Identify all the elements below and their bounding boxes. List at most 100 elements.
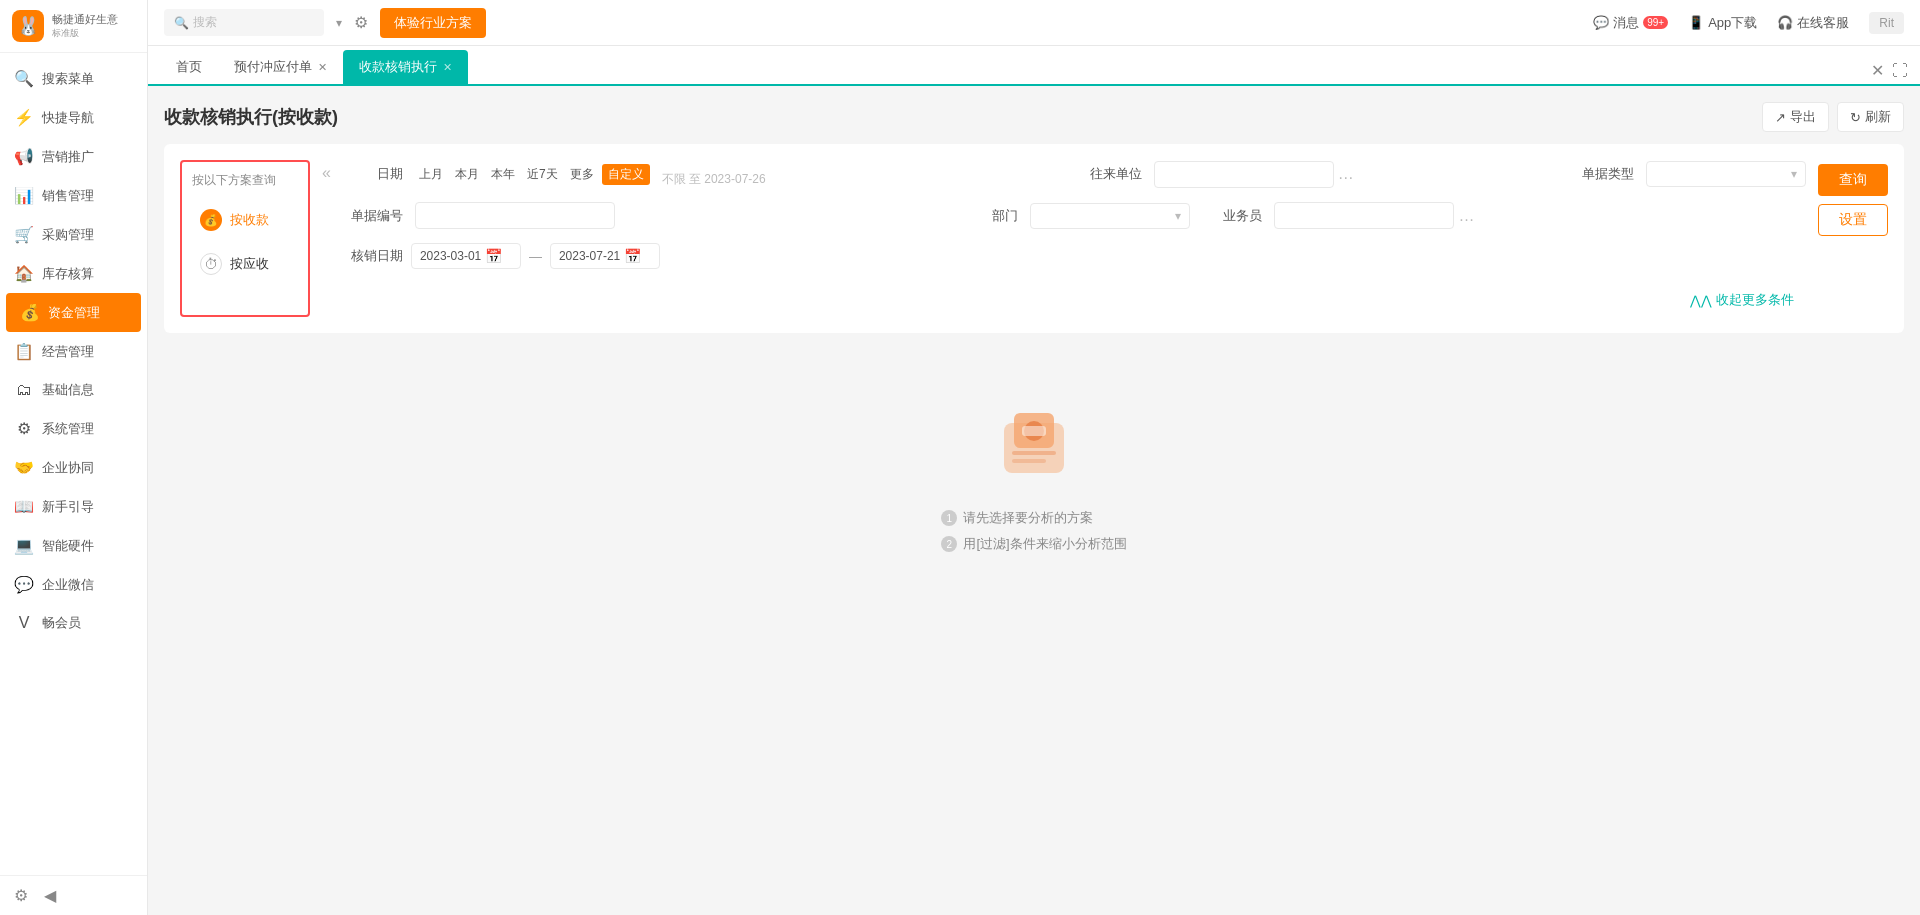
sidebar-menu: 🔍 搜索菜单 ⚡ 快捷导航 📢 营销推广 📊 销售管理 🛒 采购管理 🏠 库存核…	[0, 53, 147, 875]
tab-writeoff[interactable]: 收款核销执行 ✕	[343, 50, 468, 84]
query-option-by-receipt[interactable]: 💰 按收款	[192, 203, 298, 237]
tab-prepay-close-icon[interactable]: ✕	[318, 61, 327, 74]
sidebar-item-inventory[interactable]: 🏠 库存核算	[0, 254, 147, 293]
verify-date-end-wrap[interactable]: 2023-07-21 📅	[550, 243, 660, 269]
date-shortcuts: 上月 本月 本年 近7天 更多 自定义	[415, 164, 650, 185]
sidebar-item-label: 系统管理	[42, 420, 94, 438]
tab-prepay[interactable]: 预付冲应付单 ✕	[218, 50, 343, 84]
sidebar-item-label: 智能硬件	[42, 537, 94, 555]
sidebar: 🐰 畅捷通好生意 标准版 🔍 搜索菜单 ⚡ 快捷导航 📢 营销推广 📊 销售管理…	[0, 0, 148, 915]
query-button[interactable]: 查询	[1818, 164, 1888, 196]
export-label: 导出	[1790, 108, 1816, 126]
wechat-icon: 💬	[14, 575, 34, 594]
counterparty-dots-icon[interactable]: …	[1338, 165, 1354, 183]
online-service-label: 在线客服	[1797, 14, 1849, 32]
department-select[interactable]: ▾	[1030, 203, 1190, 229]
gear-icon[interactable]: ⚙	[354, 13, 368, 32]
export-icon: ↗	[1775, 110, 1786, 125]
doc-no-input[interactable]	[415, 202, 615, 229]
tab-writeoff-label: 收款核销执行	[359, 58, 437, 76]
logo-icon: 🐰	[12, 10, 44, 42]
verify-date-start-wrap[interactable]: 2023-03-01 📅	[411, 243, 521, 269]
settings-button[interactable]: 设置	[1818, 204, 1888, 236]
sidebar-item-sales[interactable]: 📊 销售管理	[0, 176, 147, 215]
sidebar-item-label: 畅会员	[42, 614, 81, 632]
sidebar-item-collab[interactable]: 🤝 企业协同	[0, 448, 147, 487]
counterparty-input[interactable]	[1154, 161, 1334, 188]
app-download-button[interactable]: 📱 App下载	[1688, 14, 1757, 32]
user-avatar[interactable]: Rit	[1869, 12, 1904, 34]
doc-no-field-wrap	[415, 202, 947, 229]
empty-tips: 1 请先选择要分析的方案 2 用[过滤]条件来缩小分析范围	[941, 509, 1126, 553]
sidebar-item-label: 采购管理	[42, 226, 94, 244]
sidebar-item-hardware[interactable]: 💻 智能硬件	[0, 526, 147, 565]
sidebar-item-guide[interactable]: 📖 新手引导	[0, 487, 147, 526]
sidebar-item-system[interactable]: ⚙ 系统管理	[0, 409, 147, 448]
search-menu-icon: 🔍	[14, 69, 34, 88]
department-label: 部门	[958, 207, 1018, 225]
sidebar-item-finance[interactable]: 💰 资金管理	[6, 293, 141, 332]
date-range-separator: —	[529, 249, 542, 264]
service-icon: 🎧	[1777, 15, 1793, 30]
online-service-button[interactable]: 🎧 在线客服	[1777, 14, 1849, 32]
topbar: 🔍 搜索 ▾ ⚙ 体验行业方案 💬 消息 99+ 📱 App下载 🎧 在线客服 …	[148, 0, 1920, 46]
collapse-sidebar-icon[interactable]: ◀	[44, 886, 56, 905]
date-no-limit: 不限 至 2023-07-26	[662, 171, 1070, 188]
tab-writeoff-close-icon[interactable]: ✕	[443, 61, 452, 74]
sidebar-item-search[interactable]: 🔍 搜索菜单	[0, 59, 147, 98]
sidebar-item-quicknav[interactable]: ⚡ 快捷导航	[0, 98, 147, 137]
tip-num-1: 1	[941, 510, 957, 526]
sidebar-item-purchase[interactable]: 🛒 采购管理	[0, 215, 147, 254]
calendar-end-icon[interactable]: 📅	[624, 248, 641, 264]
topbar-search[interactable]: 🔍 搜索	[164, 9, 324, 36]
tabbar-actions: ✕ ⛶	[1871, 61, 1908, 84]
doc-type-select[interactable]: ▾	[1646, 161, 1806, 187]
maximize-tab-icon[interactable]: ⛶	[1892, 62, 1908, 80]
message-label: 消息	[1613, 14, 1639, 32]
sidebar-item-label: 搜索菜单	[42, 70, 94, 88]
tip-num-2: 2	[941, 536, 957, 552]
export-button[interactable]: ↗ 导出	[1762, 102, 1829, 132]
sidebar-item-marketing[interactable]: 📢 营销推广	[0, 137, 147, 176]
shortcut-this-month[interactable]: 本月	[451, 164, 483, 185]
close-tab-icon[interactable]: ✕	[1871, 61, 1884, 80]
message-badge: 99+	[1643, 16, 1668, 29]
settings-icon[interactable]: ⚙	[14, 886, 28, 905]
message-button[interactable]: 💬 消息 99+	[1593, 14, 1668, 32]
svg-rect-4	[1012, 451, 1056, 455]
salesperson-dots-icon[interactable]: …	[1458, 207, 1474, 225]
sidebar-item-member[interactable]: V 畅会员	[0, 604, 147, 642]
tab-home[interactable]: 首页	[160, 50, 218, 84]
svg-rect-3	[1022, 426, 1046, 436]
shortcut-more[interactable]: 更多	[566, 164, 598, 185]
user-name: Rit	[1879, 16, 1894, 30]
dropdown-arrow-icon[interactable]: ▾	[336, 16, 342, 30]
page-actions: ↗ 导出 ↻ 刷新	[1762, 102, 1904, 132]
query-sidebar: 按以下方案查询 💰 按收款 ⏱ 按应收	[180, 160, 310, 317]
shortcut-last-month[interactable]: 上月	[415, 164, 447, 185]
query-option-by-receivable[interactable]: ⏱ 按应收	[192, 247, 298, 281]
sidebar-footer: ⚙ ◀	[0, 875, 147, 915]
collapse-more-button[interactable]: ⋀⋀ 收起更多条件	[1690, 291, 1794, 309]
hardware-icon: 💻	[14, 536, 34, 555]
form-row-verify: 核销日期 2023-03-01 📅 — 2023-07-21 📅	[343, 243, 1806, 269]
calendar-start-icon[interactable]: 📅	[485, 248, 502, 264]
empty-tip-1-text: 请先选择要分析的方案	[963, 509, 1093, 527]
collapse-panel-icon[interactable]: «	[322, 160, 331, 182]
counterparty-field-wrap: …	[1154, 161, 1562, 188]
app-badge: 标准版	[52, 27, 118, 40]
doc-type-arrow-icon: ▾	[1791, 167, 1797, 181]
sidebar-item-label: 基础信息	[42, 381, 94, 399]
salesperson-input[interactable]	[1274, 202, 1454, 229]
shortcut-this-year[interactable]: 本年	[487, 164, 519, 185]
operations-icon: 📋	[14, 342, 34, 361]
solution-button[interactable]: 体验行业方案	[380, 8, 486, 38]
sidebar-item-basic-info[interactable]: 🗂 基础信息	[0, 371, 147, 409]
sidebar-item-operations[interactable]: 📋 经营管理	[0, 332, 147, 371]
salesperson-label: 业务员	[1202, 207, 1262, 225]
shortcut-custom[interactable]: 自定义	[602, 164, 650, 185]
collapse-up-icon: ⋀⋀	[1690, 293, 1712, 308]
refresh-button[interactable]: ↻ 刷新	[1837, 102, 1904, 132]
sidebar-item-wechat[interactable]: 💬 企业微信	[0, 565, 147, 604]
shortcut-7days[interactable]: 近7天	[523, 164, 562, 185]
